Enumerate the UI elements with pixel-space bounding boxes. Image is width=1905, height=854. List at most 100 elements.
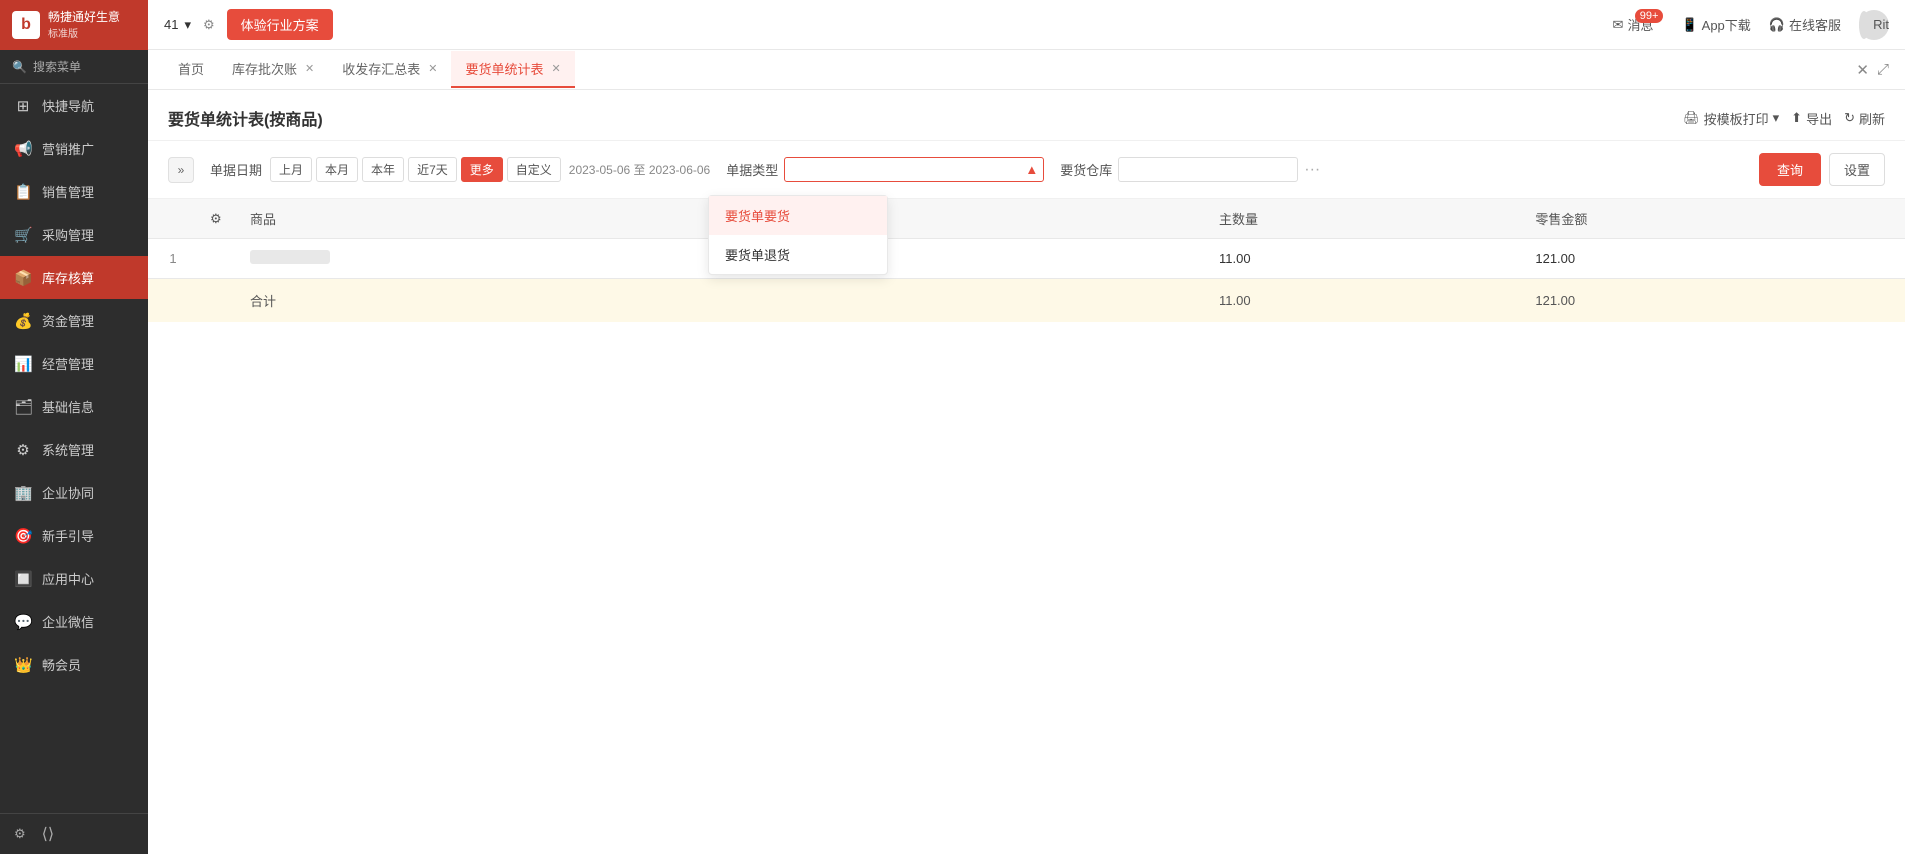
gear-icon[interactable]: ⚙ [203, 17, 215, 33]
sidebar-item-system[interactable]: ⚙ 系统管理 [0, 428, 148, 471]
sidebar-item-purchase[interactable]: 🛒 采购管理 [0, 213, 148, 256]
doc-type-dropdown: 要货单要货 要货单退货 [708, 195, 888, 275]
topbar: 41 ▾ ⚙ 体验行业方案 ✉ 消息 99+ 📱 App下载 🎧 在线客服 R [148, 0, 1905, 50]
trial-btn[interactable]: 体验行业方案 [227, 9, 333, 40]
quick-nav-icon: ⊞ [14, 97, 32, 115]
refresh-btn[interactable]: ↻ 刷新 [1844, 109, 1885, 128]
inventory-icon: 📦 [14, 269, 32, 287]
print-chevron-icon: ▾ [1773, 110, 1780, 126]
warehouse-label: 要货仓库 [1060, 160, 1112, 179]
sidebar-item-vip[interactable]: 👑 畅会员 [0, 643, 148, 686]
warehouse-input[interactable] [1118, 157, 1298, 182]
search-icon: 🔍 [12, 60, 27, 74]
tabbar: 首页 库存批次账 ✕ 收发存汇总表 ✕ 要货单统计表 ✕ ✕ ⤢ [148, 50, 1905, 90]
settings-icon[interactable]: ⚙ [14, 826, 26, 842]
doc-type-chevron-up-icon[interactable]: ▲ [1025, 162, 1038, 177]
cell-settings [198, 239, 238, 279]
date-btn-more[interactable]: 更多 [461, 157, 503, 182]
filter-expand-btn[interactable]: » [168, 157, 194, 183]
close-all-icon[interactable]: ✕ [1856, 61, 1869, 79]
store-selector[interactable]: 41 ▾ [164, 17, 191, 33]
appstore-icon: 🔲 [14, 570, 32, 588]
sidebar-item-label: 采购管理 [42, 225, 94, 244]
sidebar-item-marketing[interactable]: 📢 营销推广 [0, 127, 148, 170]
sidebar-item-inventory[interactable]: 📦 库存核算 [0, 256, 148, 299]
operations-icon: 📊 [14, 355, 32, 373]
sidebar-item-enterprise[interactable]: 🏢 企业协同 [0, 471, 148, 514]
doc-type-input[interactable] [784, 157, 1044, 182]
date-btn-custom[interactable]: 自定义 [507, 157, 561, 182]
refresh-icon: ↻ [1844, 110, 1855, 126]
online-service-btn[interactable]: 🎧 在线客服 [1769, 15, 1841, 34]
guide-icon: 🎯 [14, 527, 32, 545]
system-icon: ⚙ [14, 441, 32, 459]
sidebar-item-guide[interactable]: 🎯 新手引导 [0, 514, 148, 557]
date-btn-last-month[interactable]: 上月 [270, 157, 312, 182]
sidebar-item-label: 营销推广 [42, 139, 94, 158]
date-btn-last-7-days[interactable]: 近7天 [408, 157, 457, 182]
print-btn[interactable]: 🖨 按模板打印 ▾ [1683, 109, 1779, 128]
col-quantity: 主数量 [1207, 199, 1523, 239]
date-range-display: 2023-05-06 至 2023-06-06 [569, 161, 710, 178]
tab-home[interactable]: 首页 [164, 51, 218, 88]
filter-bar: » 单据日期 上月 本月 本年 近7天 更多 自定义 2023-05-06 至 … [148, 141, 1905, 199]
sidebar-item-finance[interactable]: 💰 资金管理 [0, 299, 148, 342]
tab-close-icon[interactable]: ✕ [305, 62, 314, 75]
cell-product [238, 239, 760, 279]
user-avatar[interactable]: Rit [1859, 10, 1889, 40]
dropdown-item-order-return[interactable]: 要货单退货 [709, 235, 887, 274]
store-name: 41 [164, 17, 178, 32]
sidebar-item-quick-nav[interactable]: ⊞ 快捷导航 [0, 84, 148, 127]
dropdown-item-order-order[interactable]: 要货单要货 [709, 196, 887, 235]
sidebar-search[interactable]: 🔍 搜索菜单 [0, 50, 148, 84]
enterprise-icon: 🏢 [14, 484, 32, 502]
tab-batch-ledger[interactable]: 库存批次账 ✕ [218, 51, 328, 88]
query-btn[interactable]: 查询 [1759, 153, 1821, 186]
sidebar-item-label: 销售管理 [42, 182, 94, 201]
col-settings[interactable]: ⚙ [198, 199, 238, 239]
doc-type-label: 单据类型 [726, 160, 778, 179]
export-btn[interactable]: ⬆ 导出 [1791, 109, 1832, 128]
tab-receive-summary[interactable]: 收发存汇总表 ✕ [328, 51, 451, 88]
tab-order-stats[interactable]: 要货单统计表 ✕ [451, 51, 574, 88]
topbar-left: 41 ▾ ⚙ 体验行业方案 [164, 9, 333, 40]
sidebar-item-wechat[interactable]: 💬 企业微信 [0, 600, 148, 643]
doc-type-input-wrap: ▲ [784, 157, 1044, 182]
app-logo: b 畅捷通好生意 标准版 [0, 0, 148, 50]
settings-btn[interactable]: 设置 [1829, 153, 1885, 186]
sales-icon: 📋 [14, 183, 32, 201]
sidebar-item-appstore[interactable]: 🔲 应用中心 [0, 557, 148, 600]
sidebar-item-label: 应用中心 [42, 569, 94, 588]
col-amount: 零售金额 [1523, 199, 1905, 239]
export-icon: ⬆ [1791, 110, 1802, 126]
date-btn-this-month[interactable]: 本月 [316, 157, 358, 182]
filter-more-btn[interactable]: ··· [1304, 161, 1320, 179]
date-buttons: 上月 本月 本年 近7天 更多 自定义 [270, 157, 561, 182]
tab-label: 收发存汇总表 [342, 59, 420, 78]
footer-quantity: 11.00 [1207, 279, 1523, 323]
main-table: ⚙ 商品 主计量单位 主数量 零售金额 1 [148, 199, 1905, 322]
expand-icon: » [178, 163, 185, 177]
table-footer: 合计 11.00 121.00 [148, 279, 1905, 323]
date-btn-this-year[interactable]: 本年 [362, 157, 404, 182]
sidebar-collapse-btn[interactable]: ⟨⟩ [42, 824, 54, 844]
footer-amount: 121.00 [1523, 279, 1905, 323]
tab-close-icon[interactable]: ✕ [428, 62, 437, 75]
header-actions: 🖨 按模板打印 ▾ ⬆ 导出 ↻ 刷新 [1683, 109, 1885, 128]
sidebar-item-sales[interactable]: 📋 销售管理 [0, 170, 148, 213]
maximize-icon[interactable]: ⤢ [1877, 61, 1889, 78]
app-subtitle: 标准版 [48, 25, 120, 40]
messages-btn[interactable]: ✉ 消息 99+ [1613, 15, 1654, 34]
content-area: 要货单统计表(按商品) 🖨 按模板打印 ▾ ⬆ 导出 ↻ 刷新 [148, 90, 1905, 854]
main-area: 41 ▾ ⚙ 体验行业方案 ✉ 消息 99+ 📱 App下载 🎧 在线客服 R [148, 0, 1905, 854]
sidebar-item-operations[interactable]: 📊 经营管理 [0, 342, 148, 385]
col-seq [148, 199, 198, 239]
online-service-label: 在线客服 [1789, 15, 1841, 34]
app-download-btn[interactable]: 📱 App下载 [1681, 15, 1750, 34]
sidebar-item-basic[interactable]: 🗂 基础信息 [0, 385, 148, 428]
messages-count: 99+ [1635, 9, 1664, 23]
tabbar-actions: ✕ ⤢ [1856, 61, 1889, 79]
footer-unit-empty [760, 279, 1207, 323]
table-header-row: ⚙ 商品 主计量单位 主数量 零售金额 [148, 199, 1905, 239]
tab-close-icon[interactable]: ✕ [552, 62, 561, 75]
